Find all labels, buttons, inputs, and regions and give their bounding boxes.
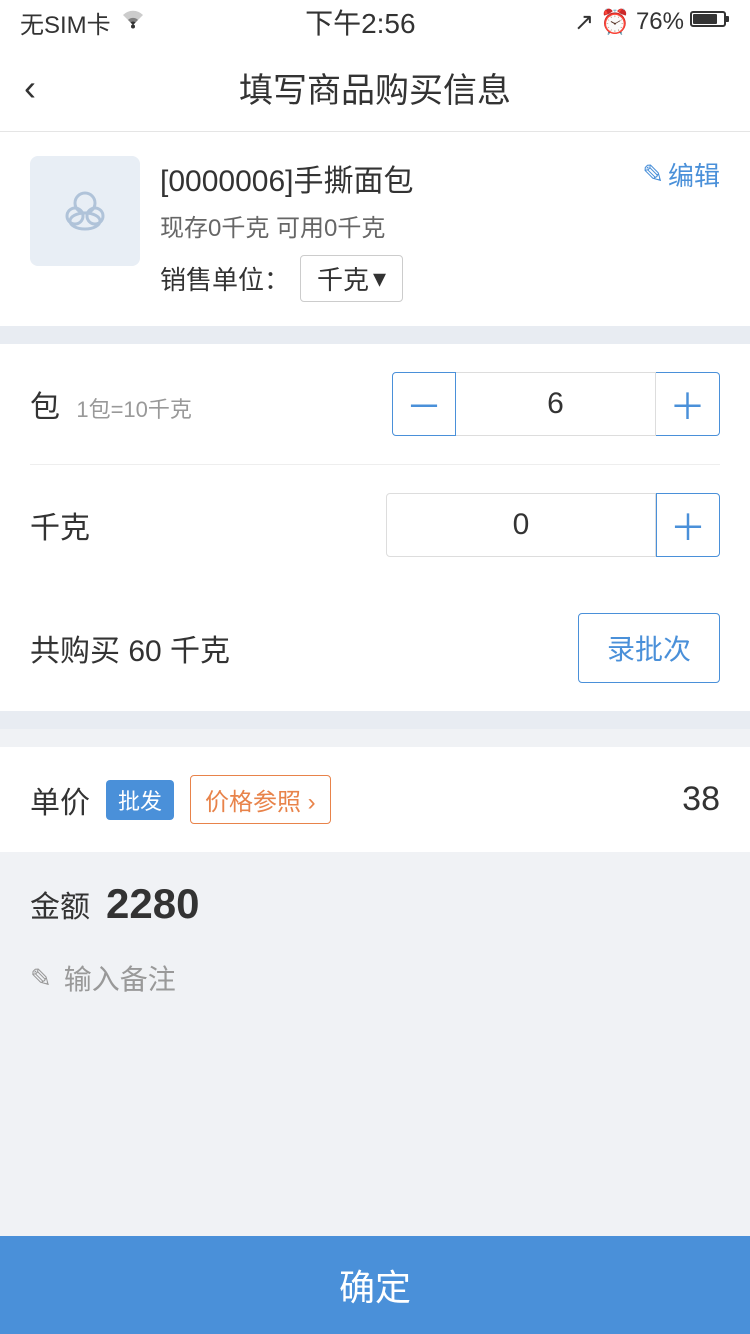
bag-qty-input[interactable] bbox=[456, 372, 656, 436]
page-title: 填写商品购买信息 bbox=[239, 63, 511, 112]
kg-qty-input[interactable] bbox=[386, 493, 656, 557]
product-info: [0000006]手撕面包 现存0千克 可用0千克 销售单位： 千克 ▾ bbox=[160, 156, 720, 302]
product-unit: 销售单位： 千克 ▾ bbox=[160, 255, 720, 302]
amount-section: 金额 2280 ✎ 输入备注 bbox=[0, 852, 750, 1028]
price-section: 单价 批发 价格参照 › 38 bbox=[0, 747, 750, 852]
total-section: 共购买 60 千克 录批次 bbox=[0, 585, 750, 711]
batch-tag: 批发 bbox=[106, 780, 174, 820]
bag-qty-control: － ＋ bbox=[392, 372, 720, 436]
kg-qty-control: ＋ bbox=[386, 493, 720, 557]
bag-sublabel: 1包=10千克 bbox=[76, 397, 192, 422]
nav-bar: ‹ 填写商品购买信息 bbox=[0, 44, 750, 132]
bag-label: 包 1包=10千克 bbox=[30, 382, 392, 426]
status-right: ↗ ⏰ 76% bbox=[574, 8, 730, 37]
edit-label: 编辑 bbox=[668, 156, 720, 193]
bag-plus-button[interactable]: ＋ bbox=[656, 372, 720, 436]
remark-row[interactable]: ✎ 输入备注 bbox=[30, 948, 720, 1028]
kg-row: 千克 ＋ bbox=[30, 465, 720, 585]
product-image bbox=[30, 156, 140, 266]
unit-label: 销售单位： bbox=[160, 260, 290, 297]
alarm-icon: ⏰ bbox=[600, 8, 630, 37]
divider-1 bbox=[0, 326, 750, 344]
wifi-icon bbox=[119, 8, 147, 36]
bag-row: 包 1包=10千克 － ＋ bbox=[30, 344, 720, 465]
status-left: 无SIM卡 bbox=[20, 5, 147, 40]
amount-value: 2280 bbox=[106, 880, 199, 928]
location-icon: ↗ bbox=[574, 8, 594, 37]
confirm-button[interactable]: 确定 bbox=[0, 1236, 750, 1334]
edit-icon: ✎ bbox=[642, 159, 664, 190]
bag-minus-button[interactable]: － bbox=[392, 372, 456, 436]
product-name: [0000006]手撕面包 bbox=[160, 156, 720, 200]
kg-plus-button[interactable]: ＋ bbox=[656, 493, 720, 557]
edit-button[interactable]: ✎ 编辑 bbox=[642, 156, 720, 193]
total-text: 共购买 60 千克 bbox=[30, 626, 230, 670]
remark-placeholder: 输入备注 bbox=[64, 958, 176, 998]
remark-icon: ✎ bbox=[30, 963, 52, 994]
product-card: [0000006]手撕面包 现存0千克 可用0千克 销售单位： 千克 ▾ ✎ 编… bbox=[0, 132, 750, 326]
amount-row: 金额 2280 bbox=[30, 880, 720, 928]
battery-percent: 76% bbox=[636, 8, 684, 36]
kg-label: 千克 bbox=[30, 503, 386, 547]
status-time: 下午2:56 bbox=[305, 2, 416, 42]
battery-icon bbox=[690, 8, 730, 36]
divider-2 bbox=[0, 711, 750, 729]
carrier-text: 无SIM卡 bbox=[20, 5, 111, 40]
unit-select[interactable]: 千克 ▾ bbox=[300, 255, 403, 302]
product-stock: 现存0千克 可用0千克 bbox=[160, 208, 720, 243]
price-value: 38 bbox=[682, 780, 720, 819]
back-button[interactable]: ‹ bbox=[24, 67, 36, 109]
price-ref-button[interactable]: 价格参照 › bbox=[190, 775, 331, 824]
amount-label: 金额 bbox=[30, 882, 90, 926]
input-section: 包 1包=10千克 － ＋ 千克 ＋ bbox=[0, 344, 750, 585]
batch-button[interactable]: 录批次 bbox=[578, 613, 720, 683]
price-label: 单价 bbox=[30, 778, 90, 822]
status-bar: 无SIM卡 下午2:56 ↗ ⏰ 76% bbox=[0, 0, 750, 44]
